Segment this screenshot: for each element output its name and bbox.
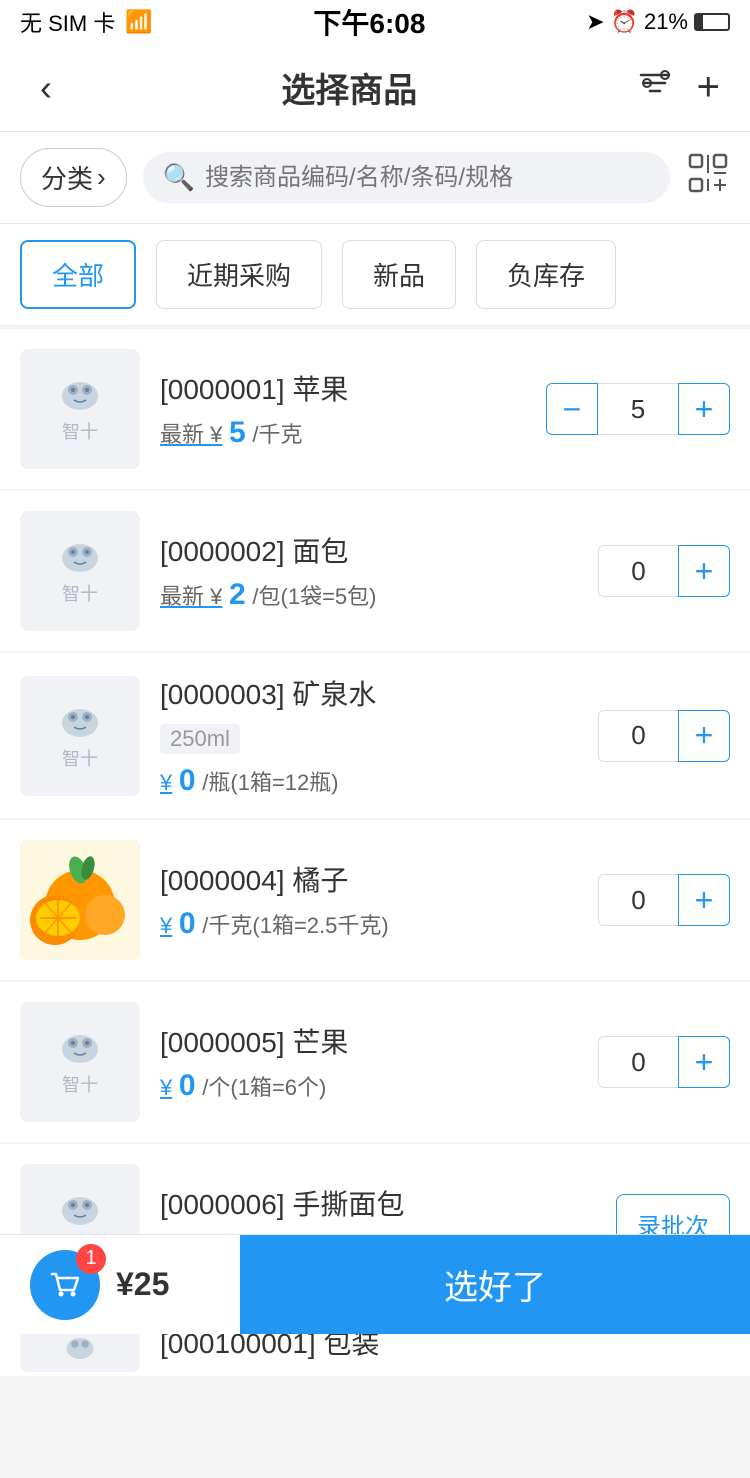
tab-all[interactable]: 全部 <box>20 240 136 309</box>
product-name: [0000006] 手撕面包 <box>160 1183 596 1223</box>
quantity-control: + <box>598 874 730 926</box>
search-icon: 🔍 <box>163 162 195 193</box>
status-bar: 无 SIM 卡 📶 下午6:08 ➤ ⏰ 21% <box>0 0 750 44</box>
cart-total: ¥25 <box>116 1266 169 1303</box>
nav-bar: ‹ 选择商品 + <box>0 44 750 132</box>
product-image: 智十 <box>20 1002 140 1122</box>
price-unit: /包(1袋=5包) <box>252 584 376 609</box>
product-info: [0000004] 橘子 ¥ 0 /千克(1箱=2.5千克) <box>160 859 578 941</box>
bottom-bar: 1 ¥25 选好了 <box>0 1234 750 1334</box>
page-title: 选择商品 <box>281 63 417 112</box>
confirm-button[interactable]: 选好了 <box>240 1235 750 1334</box>
product-spec: 250ml <box>160 724 240 754</box>
product-name: [0000004] 橘子 <box>160 859 578 899</box>
product-info: [0000005] 芒果 ¥ 0 /个(1箱=6个) <box>160 1021 578 1103</box>
search-area: 分类 › 🔍 <box>0 132 750 224</box>
quantity-input[interactable] <box>598 710 678 762</box>
product-price: 最新 ¥ 5 /千克 <box>160 416 526 450</box>
status-time: 下午6:08 <box>313 2 425 42</box>
plus-button[interactable]: + <box>678 383 730 435</box>
list-item: 智十 [0000003] 矿泉水 250ml ¥ 0 /瓶(1箱=12瓶) + <box>0 653 750 818</box>
price-label: 最新 ¥ <box>160 422 222 447</box>
plus-button[interactable]: + <box>678 874 730 926</box>
product-name: [0000003] 矿泉水 <box>160 673 578 713</box>
list-item: 智十 [0000001] 苹果 最新 ¥ 5 /千克 − + <box>0 329 750 489</box>
quantity-control: + <box>598 710 730 762</box>
filter-icon[interactable] <box>637 65 673 110</box>
quantity-input[interactable] <box>598 874 678 926</box>
plus-button[interactable]: + <box>678 545 730 597</box>
wifi-icon: 📶 <box>125 9 152 35</box>
product-price: ¥ 0 /千克(1箱=2.5千克) <box>160 907 578 941</box>
quantity-input[interactable] <box>598 545 678 597</box>
search-input[interactable] <box>205 164 650 192</box>
price-label: 最新 ¥ <box>160 584 222 609</box>
price-unit: /瓶(1箱=12瓶) <box>202 770 338 795</box>
product-info: [0000003] 矿泉水 250ml ¥ 0 /瓶(1箱=12瓶) <box>160 673 578 798</box>
product-price: ¥ 0 /个(1箱=6个) <box>160 1069 578 1103</box>
list-item: [0000004] 橘子 ¥ 0 /千克(1箱=2.5千克) + <box>0 820 750 980</box>
owl-label: 智十 <box>62 745 98 771</box>
quantity-control: + <box>598 1036 730 1088</box>
back-button[interactable]: ‹ <box>30 57 62 119</box>
location-icon: ➤ <box>586 9 604 35</box>
cart-section: 1 ¥25 <box>0 1250 240 1320</box>
category-button[interactable]: 分类 › <box>20 148 127 207</box>
quantity-input[interactable] <box>598 383 678 435</box>
price-unit: /千克(1箱=2.5千克) <box>202 913 388 938</box>
price-value: 0 <box>179 907 196 940</box>
list-item: 智十 [0000005] 芒果 ¥ 0 /个(1箱=6个) + <box>0 982 750 1142</box>
price-unit: /千克 <box>252 422 302 447</box>
price-value: 2 <box>229 578 246 611</box>
owl-label: 智十 <box>62 418 98 444</box>
price-label: ¥ <box>160 770 172 795</box>
scan-icon[interactable] <box>686 151 730 204</box>
category-chevron: › <box>97 162 106 193</box>
cart-icon-button[interactable]: 1 <box>30 1250 100 1320</box>
owl-label: 智十 <box>62 1071 98 1097</box>
status-left: 无 SIM 卡 📶 <box>20 6 153 38</box>
nav-actions: + <box>637 65 720 110</box>
cart-badge: 1 <box>76 1244 106 1274</box>
add-icon[interactable]: + <box>697 65 720 110</box>
alarm-icon: ⏰ <box>611 9 638 35</box>
price-value: 0 <box>179 1069 196 1102</box>
battery-icon <box>694 13 730 31</box>
list-item: 智十 [0000002] 面包 最新 ¥ 2 /包(1袋=5包) + <box>0 491 750 651</box>
category-label: 分类 <box>41 159 93 196</box>
product-image: 智十 <box>20 349 140 469</box>
quantity-control: − + <box>546 383 730 435</box>
status-right: ➤ ⏰ 21% <box>586 9 730 35</box>
plus-button[interactable]: + <box>678 1036 730 1088</box>
price-value: 0 <box>179 764 196 797</box>
quantity-input[interactable] <box>598 1036 678 1088</box>
product-info: [0000001] 苹果 最新 ¥ 5 /千克 <box>160 368 526 450</box>
product-name: [0000005] 芒果 <box>160 1021 578 1061</box>
minus-button[interactable]: − <box>546 383 598 435</box>
price-unit: /个(1箱=6个) <box>202 1075 326 1100</box>
product-image: 智十 <box>20 511 140 631</box>
product-image: 智十 <box>20 676 140 796</box>
plus-button[interactable]: + <box>678 710 730 762</box>
filter-tabs: 全部 近期采购 新品 负库存 <box>0 224 750 329</box>
product-name: [0000002] 面包 <box>160 530 578 570</box>
price-value: 5 <box>229 416 246 449</box>
product-price: ¥ 0 /瓶(1箱=12瓶) <box>160 764 578 798</box>
product-info: [0000002] 面包 最新 ¥ 2 /包(1袋=5包) <box>160 530 578 612</box>
tab-new[interactable]: 新品 <box>342 240 456 309</box>
product-list: 智十 [0000001] 苹果 最新 ¥ 5 /千克 − + <box>0 329 750 1376</box>
signal-text: 无 SIM 卡 <box>20 6 115 38</box>
quantity-control: + <box>598 545 730 597</box>
tab-negative[interactable]: 负库存 <box>476 240 616 309</box>
price-label: ¥ <box>160 913 172 938</box>
battery-percent: 21% <box>644 9 688 35</box>
search-input-wrap: 🔍 <box>143 152 670 203</box>
product-name: [0000001] 苹果 <box>160 368 526 408</box>
owl-label: 智十 <box>62 580 98 606</box>
price-label: ¥ <box>160 1075 172 1100</box>
product-price: 最新 ¥ 2 /包(1袋=5包) <box>160 578 578 612</box>
product-image <box>20 840 140 960</box>
tab-recent[interactable]: 近期采购 <box>156 240 322 309</box>
